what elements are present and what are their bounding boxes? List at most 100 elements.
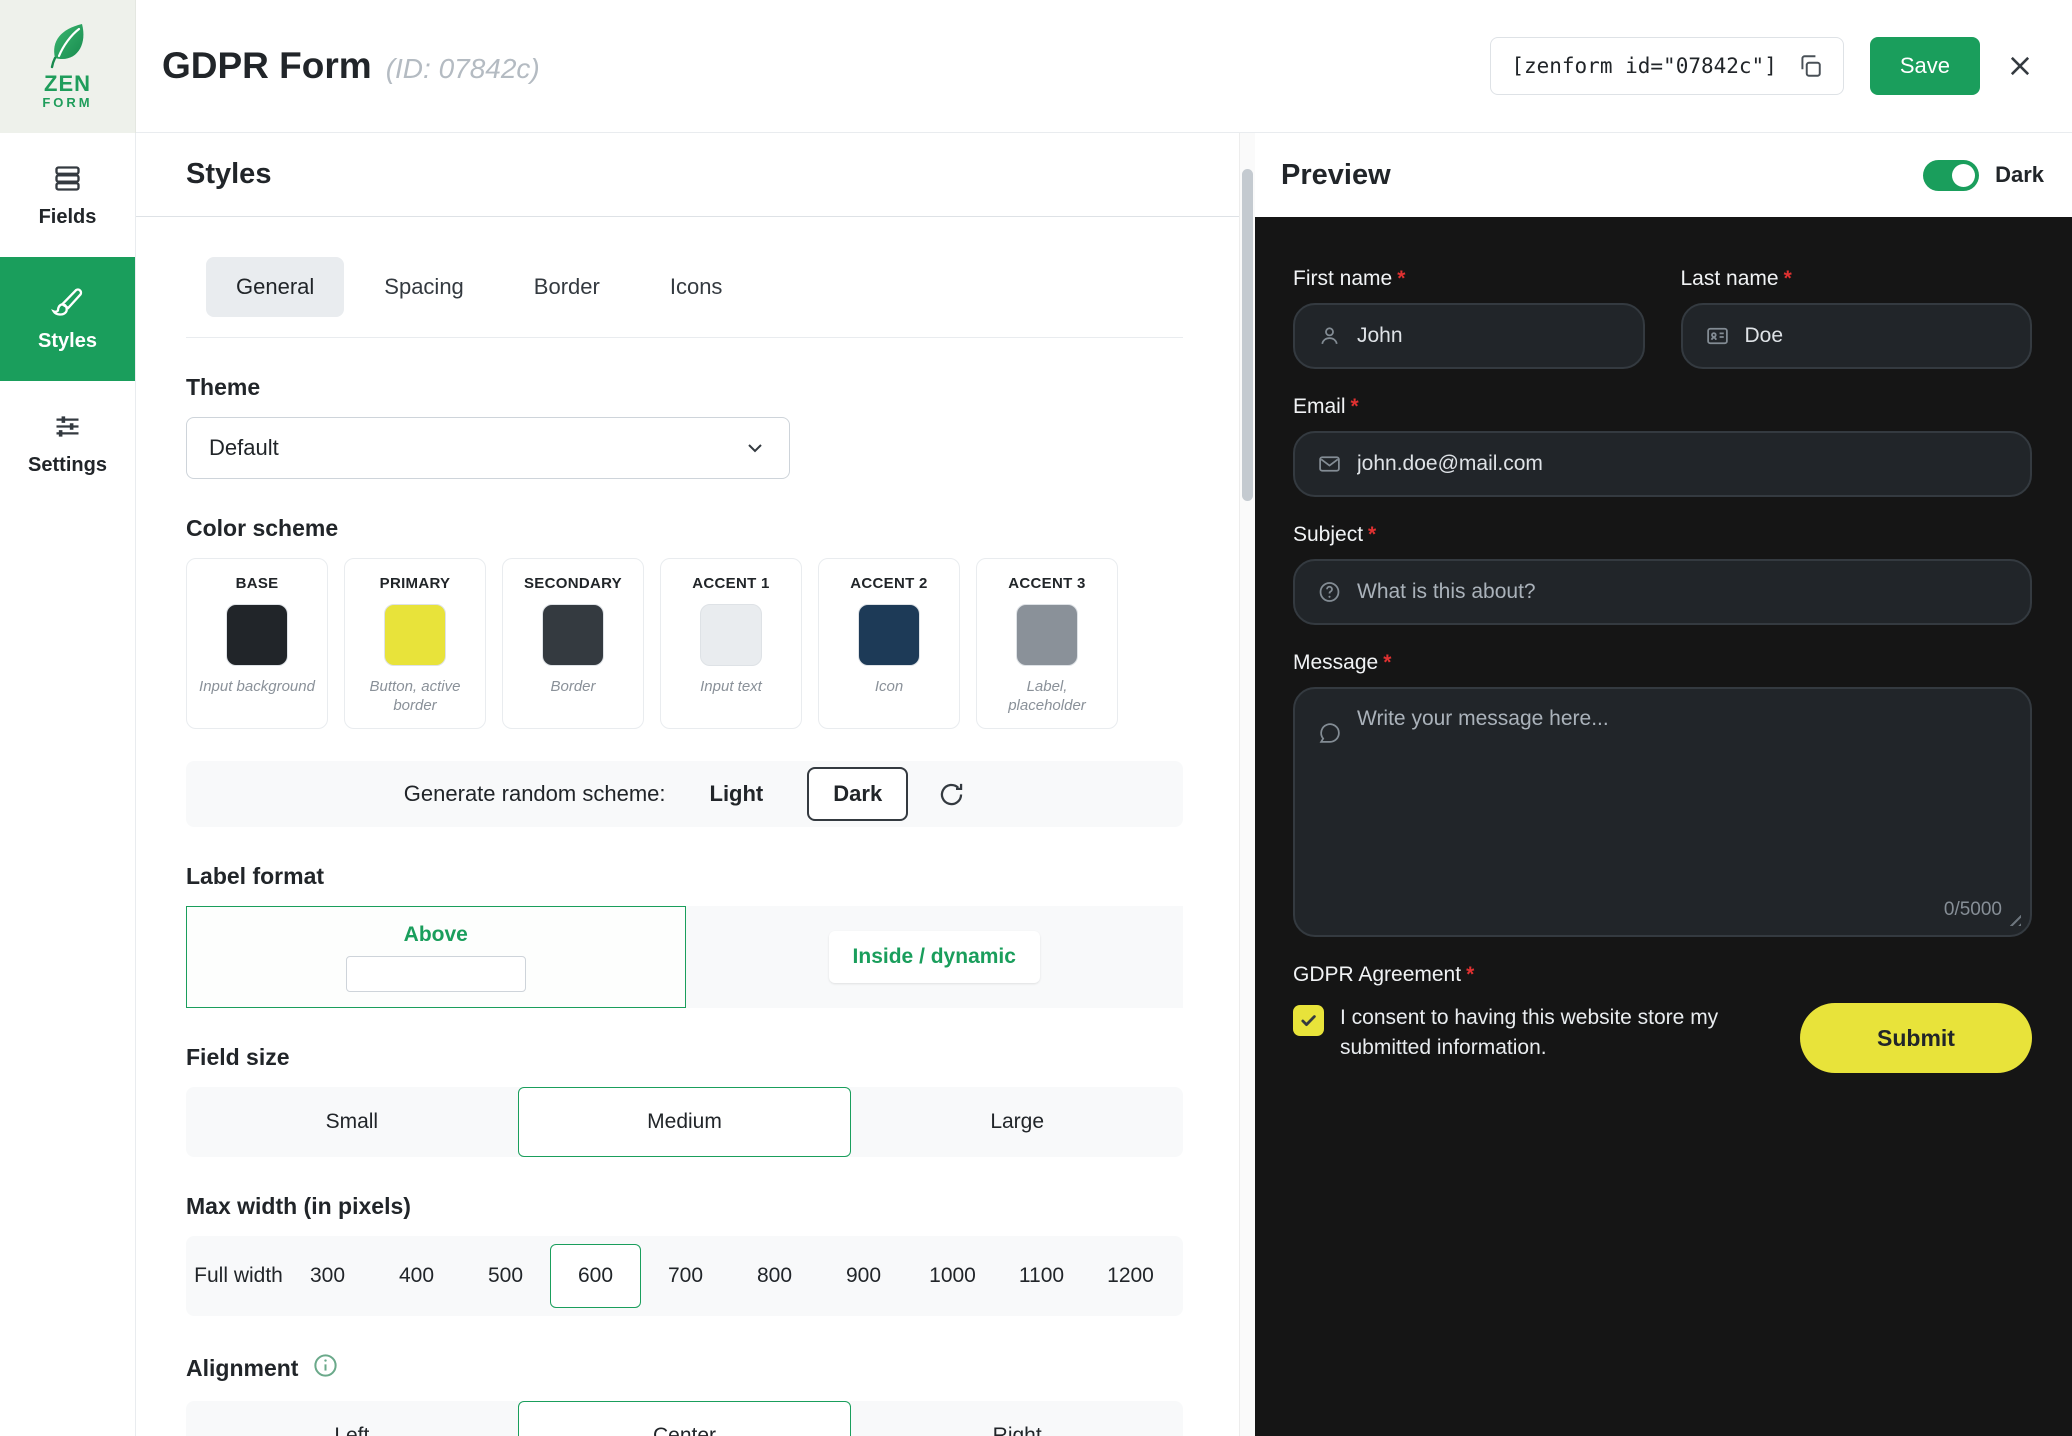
random-dark-button[interactable]: Dark — [807, 767, 909, 821]
max-width-option-700[interactable]: 700 — [641, 1244, 730, 1308]
form-id-label: (ID: 07842c) — [385, 53, 540, 84]
app-logo[interactable]: ZEN FORM — [0, 0, 136, 133]
topbar-actions: [zenform id="07842c"] Save — [1490, 37, 2072, 95]
max-width-option-1000[interactable]: 1000 — [908, 1244, 997, 1308]
chat-bubble-icon — [1317, 721, 1342, 746]
max-width-option-300[interactable]: 300 — [283, 1244, 372, 1308]
random-light-button[interactable]: Light — [696, 771, 778, 817]
tab-spacing[interactable]: Spacing — [354, 257, 494, 317]
email-input[interactable] — [1357, 452, 2008, 476]
swatch-accent2[interactable]: ACCENT 2 Icon — [818, 558, 960, 729]
subject-input[interactable] — [1357, 580, 2008, 604]
label-text: First name — [1293, 267, 1393, 290]
swatch-color[interactable] — [858, 604, 920, 666]
swatch-name: SECONDARY — [524, 575, 622, 592]
label-format-inside-button[interactable]: Inside / dynamic — [828, 931, 1040, 983]
first-name-field[interactable] — [1293, 303, 1645, 369]
swatch-color[interactable] — [226, 604, 288, 666]
last-name-field[interactable] — [1680, 303, 2032, 369]
title-area: GDPR Form (ID: 07842c) — [162, 45, 540, 87]
required-marker: * — [1397, 267, 1406, 290]
last-name-input[interactable] — [1744, 324, 2008, 348]
max-width-option-1200[interactable]: 1200 — [1086, 1244, 1175, 1308]
sidebar-item-label: Styles — [38, 329, 97, 352]
swatch-accent1[interactable]: ACCENT 1 Input text — [660, 558, 802, 729]
shortcode-box[interactable]: [zenform id="07842c"] — [1490, 37, 1844, 95]
theme-label: Theme — [186, 374, 261, 400]
preview-title: Preview — [1281, 158, 1391, 191]
label-text: Subject — [1293, 523, 1364, 546]
dark-mode-label: Dark — [1995, 162, 2044, 187]
sidebar-item-fields[interactable]: Fields — [0, 133, 135, 257]
max-width-option-500[interactable]: 500 — [461, 1244, 550, 1308]
theme-select[interactable]: Default — [186, 417, 790, 479]
required-marker: * — [1466, 963, 1475, 986]
styles-panel-title: Styles — [136, 133, 1239, 217]
fields-icon — [55, 165, 80, 191]
tab-border[interactable]: Border — [504, 257, 630, 317]
tab-icons[interactable]: Icons — [640, 257, 753, 317]
swatch-caption: Input background — [199, 678, 315, 695]
first-name-label: First name * — [1293, 267, 1645, 291]
gdpr-row: I consent to having this website store m… — [1293, 1003, 2032, 1073]
info-icon[interactable] — [312, 1352, 339, 1385]
brush-icon — [51, 287, 83, 316]
message-textarea[interactable] — [1357, 707, 2006, 893]
message-field[interactable]: 0/5000 — [1293, 687, 2032, 937]
required-marker: * — [1783, 267, 1792, 290]
max-width-option-600[interactable]: 600 — [550, 1244, 641, 1308]
scrollbar[interactable] — [1239, 133, 1255, 1436]
max-width-option-800[interactable]: 800 — [730, 1244, 819, 1308]
consent-text: I consent to having this website store m… — [1340, 1006, 1719, 1060]
max-width-option-400[interactable]: 400 — [372, 1244, 461, 1308]
refresh-icon[interactable] — [938, 781, 965, 808]
gdpr-checkbox[interactable] — [1293, 1005, 1324, 1036]
swatch-color[interactable] — [384, 604, 446, 666]
email-field[interactable] — [1293, 431, 2032, 497]
field-size-option-large[interactable]: Large — [851, 1087, 1183, 1157]
alignment-label-row: Alignment — [186, 1352, 1183, 1385]
field-size-option-small[interactable]: Small — [186, 1087, 518, 1157]
max-width-option-900[interactable]: 900 — [819, 1244, 908, 1308]
label-format-inside-option[interactable]: Inside / dynamic — [685, 906, 1183, 1008]
max-width-option-1100[interactable]: 1100 — [997, 1244, 1086, 1308]
swatch-secondary[interactable]: SECONDARY Border — [502, 558, 644, 729]
field-size-options: Small Medium Large — [186, 1087, 1183, 1157]
swatch-color[interactable] — [1016, 604, 1078, 666]
tabs-divider — [186, 337, 1183, 338]
help-circle-icon — [1317, 580, 1342, 605]
alignment-option-center[interactable]: Center — [517, 1401, 852, 1436]
alignment-option-right[interactable]: Right — [851, 1401, 1183, 1436]
field-size-option-medium[interactable]: Medium — [517, 1087, 852, 1157]
sidebar-item-styles[interactable]: Styles — [0, 257, 135, 381]
label-format-above-option[interactable]: Above — [186, 906, 686, 1008]
submit-button[interactable]: Submit — [1800, 1003, 2032, 1073]
label-text: GDPR Agreement — [1293, 963, 1462, 986]
swatch-accent3[interactable]: ACCENT 3 Label, placeholder — [976, 558, 1118, 729]
scrollbar-thumb[interactable] — [1242, 169, 1253, 501]
shortcode-text: [zenform id="07842c"] — [1511, 54, 1777, 78]
swatch-caption: Input text — [700, 678, 762, 695]
first-name-input[interactable] — [1357, 324, 1621, 348]
swatch-color[interactable] — [542, 604, 604, 666]
subject-field[interactable] — [1293, 559, 2032, 625]
color-scheme-label: Color scheme — [186, 515, 339, 541]
save-button[interactable]: Save — [1869, 37, 1980, 95]
tab-general[interactable]: General — [206, 257, 345, 317]
swatch-primary[interactable]: PRIMARY Button, active border — [344, 558, 486, 729]
max-width-option-full[interactable]: Full width — [194, 1244, 283, 1308]
styles-panel: Styles General Spacing Border Icons Them… — [136, 133, 1239, 1436]
max-width-label: Max width (in pixels) — [186, 1193, 411, 1219]
envelope-icon — [1317, 452, 1342, 477]
sidebar-item-settings[interactable]: Settings — [0, 381, 135, 505]
close-icon[interactable] — [2006, 52, 2034, 80]
copy-icon[interactable] — [1797, 53, 1823, 79]
swatch-base[interactable]: BASE Input background — [186, 558, 328, 729]
logo-text-form: FORM — [42, 95, 93, 111]
swatch-color[interactable] — [700, 604, 762, 666]
dark-mode-toggle[interactable] — [1923, 159, 1980, 191]
chevron-down-icon — [748, 444, 762, 453]
alignment-option-left[interactable]: Left — [186, 1401, 518, 1436]
alignment-label: Alignment — [186, 1355, 299, 1381]
top-header: ZEN FORM GDPR Form (ID: 07842c) [zenform… — [0, 0, 2072, 133]
